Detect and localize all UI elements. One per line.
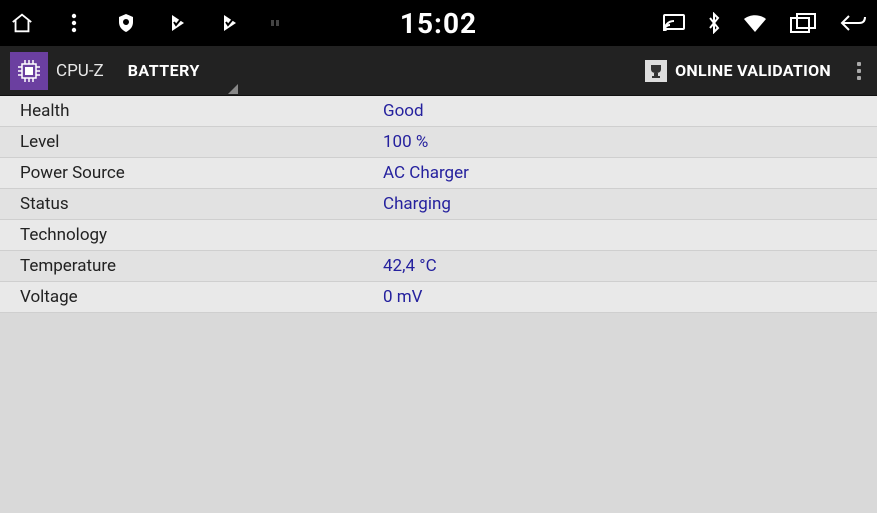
shield-icon[interactable] bbox=[114, 11, 138, 35]
app-bar-actions: ONLINE VALIDATION bbox=[645, 56, 869, 86]
status-time: 15:02 bbox=[400, 7, 477, 40]
home-icon[interactable] bbox=[10, 11, 34, 35]
row-label: Level bbox=[20, 132, 383, 152]
app-title[interactable]: CPU-Z bbox=[56, 61, 104, 81]
table-row: Level100 % bbox=[0, 127, 877, 158]
overflow-menu-button[interactable] bbox=[849, 56, 869, 86]
row-value: 0 mV bbox=[383, 287, 423, 307]
status-bar: 15:02 bbox=[0, 0, 877, 46]
table-row: StatusCharging bbox=[0, 189, 877, 220]
row-value: 100 % bbox=[383, 132, 428, 152]
table-row: HealthGood bbox=[0, 96, 877, 127]
row-label: Status bbox=[20, 194, 383, 214]
row-label: Technology bbox=[20, 225, 383, 245]
table-row: Technology bbox=[0, 220, 877, 251]
row-value: Charging bbox=[383, 194, 451, 214]
app-bar: CPU-Z BATTERY ONLINE VALIDATION bbox=[0, 46, 877, 96]
battery-info-list: HealthGoodLevel100 %Power SourceAC Charg… bbox=[0, 96, 877, 313]
table-row: Temperature42,4 °C bbox=[0, 251, 877, 282]
bluetooth-icon[interactable] bbox=[707, 12, 721, 34]
row-value: 42,4 °C bbox=[383, 256, 437, 276]
vertical-dots-icon[interactable] bbox=[62, 11, 86, 35]
status-left bbox=[10, 11, 282, 35]
row-value: AC Charger bbox=[383, 163, 469, 183]
row-value: Good bbox=[383, 101, 424, 121]
table-row: Power SourceAC Charger bbox=[0, 158, 877, 189]
row-label: Voltage bbox=[20, 287, 383, 307]
spinner-indicator-icon[interactable] bbox=[228, 84, 238, 94]
recent-apps-icon[interactable] bbox=[789, 12, 817, 34]
row-label: Health bbox=[20, 101, 383, 121]
trophy-icon bbox=[645, 60, 667, 82]
status-right bbox=[663, 12, 867, 34]
online-validation-label: ONLINE VALIDATION bbox=[675, 61, 831, 80]
small-indicator-icon bbox=[270, 11, 282, 35]
play-check-icon-2[interactable] bbox=[218, 11, 242, 35]
app-icon[interactable] bbox=[10, 52, 48, 90]
table-row: Voltage0 mV bbox=[0, 282, 877, 313]
wifi-icon[interactable] bbox=[743, 14, 767, 32]
tab-container: BATTERY bbox=[122, 61, 206, 80]
row-label: Temperature bbox=[20, 256, 383, 276]
row-label: Power Source bbox=[20, 163, 383, 183]
play-check-icon-1[interactable] bbox=[166, 11, 190, 35]
cast-icon[interactable] bbox=[663, 14, 685, 32]
tab-battery[interactable]: BATTERY bbox=[122, 61, 206, 80]
back-icon[interactable] bbox=[839, 12, 867, 34]
online-validation-button[interactable]: ONLINE VALIDATION bbox=[645, 60, 831, 82]
